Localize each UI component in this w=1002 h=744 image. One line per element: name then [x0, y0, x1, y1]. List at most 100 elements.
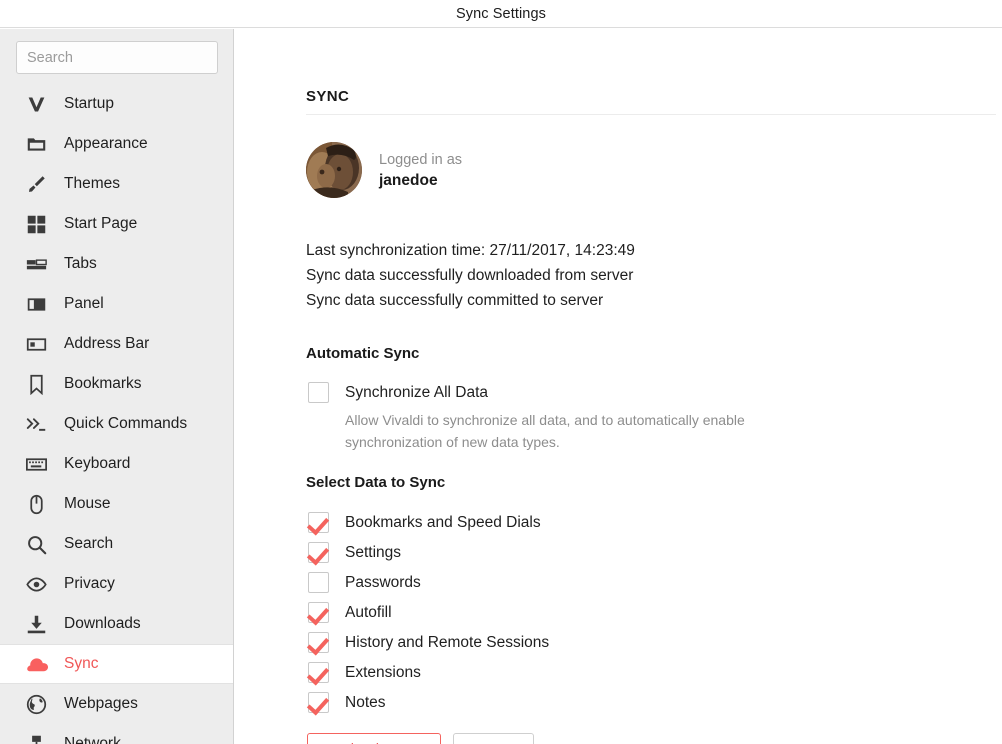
synchronize-all-data-row[interactable]: Synchronize All Data [308, 382, 488, 403]
sidebar-item-sync[interactable]: Sync [0, 644, 233, 684]
sidebar-item-label: Quick Commands [64, 415, 188, 432]
checkbox-history-and-remote-sessions[interactable] [308, 632, 329, 653]
sync-data-label: Passwords [345, 574, 421, 591]
checkbox-passwords[interactable] [308, 572, 329, 593]
sync-data-row[interactable]: Autofill [308, 602, 549, 623]
sidebar-item-webpages[interactable]: Webpages [0, 684, 233, 724]
sidebar-item-label: Themes [64, 175, 120, 192]
checkbox-extensions[interactable] [308, 662, 329, 683]
sidebar-item-themes[interactable]: Themes [0, 164, 233, 204]
sidebar-item-label: Sync [64, 655, 99, 672]
sidebar-item-appearance[interactable]: Appearance [0, 124, 233, 164]
tabs-bar-icon [26, 253, 52, 275]
window-title: Sync Settings [456, 5, 546, 22]
sidebar-item-label: Network [64, 735, 121, 744]
action-buttons: Apply Changes Logout [307, 733, 534, 744]
sync-data-row[interactable]: Notes [308, 692, 549, 713]
cloud-icon [26, 653, 52, 675]
sync-status-line: Last synchronization time: 27/11/2017, 1… [306, 242, 635, 259]
address-bar-icon [26, 333, 52, 355]
sidebar-item-label: Tabs [64, 255, 97, 272]
magnifier-icon [26, 533, 52, 555]
account-block: Logged in as janedoe [306, 142, 462, 198]
sync-data-label: Settings [345, 544, 402, 561]
sync-status-lines: Last synchronization time: 27/11/2017, 1… [306, 238, 635, 313]
sync-data-row[interactable]: Settings [308, 542, 549, 563]
panel-split-icon [26, 293, 52, 315]
sync-data-row[interactable]: Extensions [308, 662, 549, 683]
sidebar-item-label: Start Page [64, 215, 138, 232]
sidebar-item-start-page[interactable]: Start Page [0, 204, 233, 244]
sidebar-item-label: Bookmarks [64, 375, 142, 392]
sidebar-item-label: Address Bar [64, 335, 150, 352]
account-text: Logged in as janedoe [379, 150, 462, 191]
sync-data-label: History and Remote Sessions [345, 634, 550, 651]
sidebar-item-network[interactable]: Network [0, 724, 233, 744]
sync-data-row[interactable]: Bookmarks and Speed Dials [308, 512, 549, 533]
vivaldi-v-icon [26, 93, 52, 115]
mouse-icon [26, 493, 52, 515]
sidebar-item-label: Keyboard [64, 455, 131, 472]
sidebar-item-panel[interactable]: Panel [0, 284, 233, 324]
sidebar-item-downloads[interactable]: Downloads [0, 604, 233, 644]
sidebar-item-search[interactable]: Search [0, 524, 233, 564]
sidebar-item-label: Search [64, 535, 114, 552]
apply-changes-button[interactable]: Apply Changes [307, 733, 442, 744]
folder-window-icon [26, 133, 52, 155]
network-icon [26, 733, 52, 744]
sync-data-label: Notes [345, 694, 386, 711]
paintbrush-icon [26, 173, 52, 195]
download-arrow-icon [26, 613, 52, 635]
sidebar-item-startup[interactable]: Startup [0, 84, 233, 124]
sync-data-label: Autofill [345, 604, 392, 621]
sidebar-item-privacy[interactable]: Privacy [0, 564, 233, 604]
sync-data-row[interactable]: Passwords [308, 572, 549, 593]
sidebar-item-tabs[interactable]: Tabs [0, 244, 233, 284]
sync-data-row[interactable]: History and Remote Sessions [308, 632, 549, 653]
sidebar-item-label: Startup [64, 95, 114, 112]
logout-button[interactable]: Logout [453, 733, 534, 744]
sidebar-item-label: Downloads [64, 615, 141, 632]
sidebar-item-label: Appearance [64, 135, 148, 152]
keyboard-icon [26, 453, 52, 475]
sync-status-line: Sync data successfully committed to serv… [306, 292, 604, 309]
sidebar-nav-list: Startup Appearance Themes Start Page Tabs Pan… [0, 84, 233, 744]
globe-icon [26, 693, 52, 715]
synchronize-all-data-label: Synchronize All Data [345, 384, 489, 401]
automatic-sync-description: Allow Vivaldi to synchronize all data, a… [345, 412, 745, 450]
terminal-chevrons-icon [26, 413, 52, 435]
avatar-image [306, 142, 362, 198]
checkbox-notes[interactable] [308, 692, 329, 713]
grid-squares-icon [26, 213, 52, 235]
sidebar-search-wrap [0, 29, 233, 80]
sidebar-item-label: Webpages [64, 695, 138, 712]
sidebar-item-quick-commands[interactable]: Quick Commands [0, 404, 233, 444]
automatic-sync-heading: Automatic Sync [306, 345, 420, 362]
sidebar-item-label: Panel [64, 295, 104, 312]
eye-icon [26, 573, 52, 595]
sync-data-label: Extensions [345, 664, 421, 681]
username: janedoe [379, 171, 438, 189]
settings-sidebar: Startup Appearance Themes Start Page Tabs Pan… [0, 29, 234, 744]
sidebar-item-address-bar[interactable]: Address Bar [0, 324, 233, 364]
sync-data-checkbox-list: Bookmarks and Speed Dials Settings Passwor… [308, 512, 549, 722]
avatar [306, 142, 362, 198]
sidebar-item-bookmarks[interactable]: Bookmarks [0, 364, 233, 404]
checkbox-autofill[interactable] [308, 602, 329, 623]
sidebar-item-mouse[interactable]: Mouse [0, 484, 233, 524]
sync-data-label: Bookmarks and Speed Dials [345, 514, 541, 531]
logged-in-label: Logged in as [379, 151, 463, 168]
title-divider [306, 114, 996, 115]
page-title: SYNC [306, 88, 350, 105]
sync-settings-panel: SYNC Logged in as janedoe Last synchroni… [235, 29, 1002, 744]
sidebar-item-keyboard[interactable]: Keyboard [0, 444, 233, 484]
synchronize-all-data-checkbox[interactable] [308, 382, 329, 403]
select-data-heading: Select Data to Sync [306, 474, 446, 491]
sync-status-line: Sync data successfully downloaded from s… [306, 267, 634, 284]
bookmark-icon [26, 373, 52, 395]
sidebar-item-label: Privacy [64, 575, 115, 592]
checkbox-settings[interactable] [308, 542, 329, 563]
search-input[interactable] [16, 41, 218, 74]
checkbox-bookmarks-and-speed-dials[interactable] [308, 512, 329, 533]
sidebar-item-label: Mouse [64, 495, 111, 512]
